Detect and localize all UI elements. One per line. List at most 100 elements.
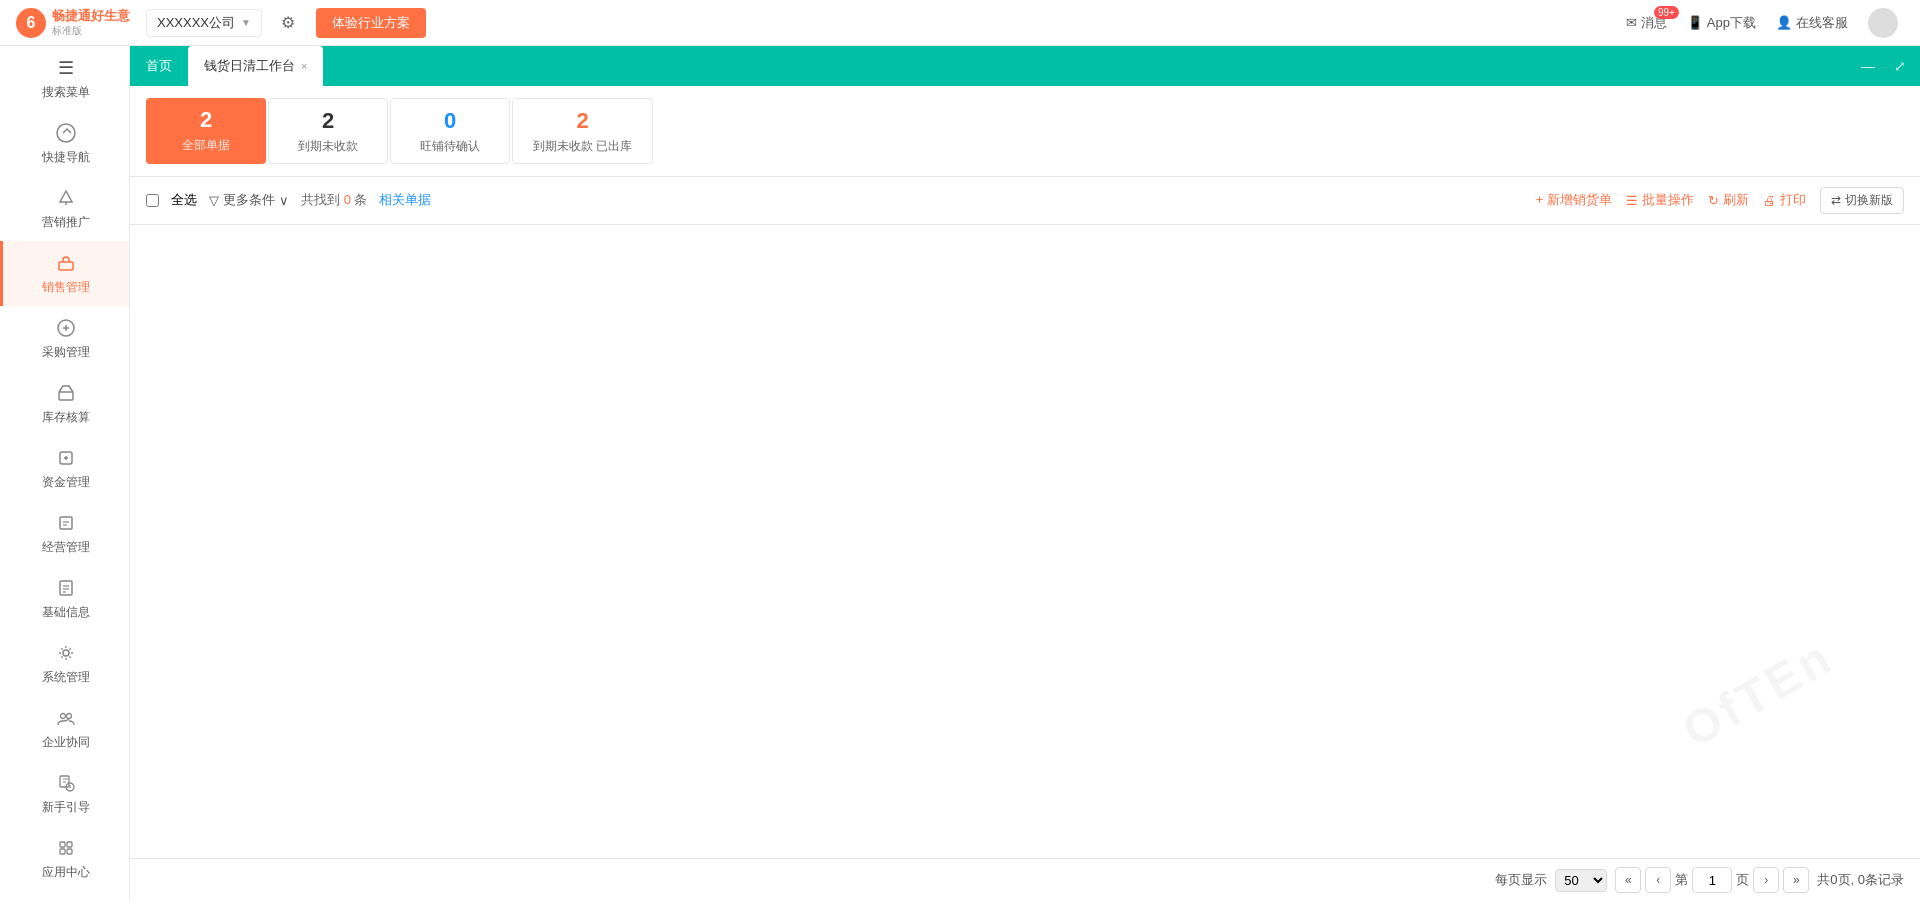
svg-marker-3 — [60, 191, 72, 202]
filter-chevron-icon: ∨ — [279, 193, 289, 208]
page-total: 共0页, 0条记录 — [1817, 871, 1904, 889]
logo-area: 6 畅捷通好生意 标准版 — [16, 8, 146, 38]
svg-rect-7 — [59, 392, 73, 400]
tab-active[interactable]: 钱货日清工作台 × — [188, 46, 323, 86]
table-area — [130, 225, 1920, 858]
sidebar-item-system[interactable]: 系统管理 — [0, 631, 129, 696]
sidebar-item-search[interactable]: ☰ 搜索菜单 — [0, 46, 129, 111]
sidebar-item-guide[interactable]: 新手引导 — [0, 761, 129, 826]
filter-icon: ▽ — [209, 193, 219, 208]
sidebar-item-finance[interactable]: 资金管理 — [0, 436, 129, 501]
expand-button[interactable]: ⤢ — [1888, 54, 1912, 78]
minimize-button[interactable]: — — [1856, 54, 1880, 78]
page-number-input[interactable] — [1692, 867, 1732, 893]
per-page-label: 每页显示 — [1495, 871, 1547, 889]
svg-point-16 — [63, 650, 69, 656]
download-icon: 📱 — [1687, 15, 1703, 30]
stat-overdue[interactable]: 2 到期未收款 — [268, 98, 388, 164]
settings-button[interactable]: ⚙ — [272, 7, 304, 39]
tab-home[interactable]: 首页 — [130, 46, 188, 86]
batch-operation-button[interactable]: ☰ 批量操作 — [1626, 191, 1694, 209]
search-icon: ☰ — [54, 56, 78, 80]
refresh-icon: ↻ — [1708, 193, 1719, 208]
chevron-down-icon: ▼ — [241, 17, 251, 28]
prev-page-button[interactable]: ‹ — [1645, 867, 1671, 893]
quick-nav-icon — [54, 121, 78, 145]
switch-version-button[interactable]: ⇄ 切换新版 — [1820, 187, 1904, 214]
svg-rect-5 — [59, 262, 73, 270]
found-text: 共找到 0 条 — [301, 191, 367, 209]
stats-row: 2 全部单据 2 到期未收款 0 旺铺待确认 2 到期未收款 已出库 — [130, 86, 1920, 177]
online-service-button[interactable]: 👤 在线客服 — [1776, 14, 1848, 32]
svg-rect-23 — [60, 849, 65, 854]
svg-rect-22 — [67, 842, 72, 847]
svg-text:6: 6 — [27, 14, 36, 31]
guide-icon — [54, 771, 78, 795]
svg-point-18 — [67, 714, 72, 719]
switch-icon: ⇄ — [1831, 193, 1841, 207]
app-download-button[interactable]: 📱 App下载 — [1687, 14, 1756, 32]
page-label: 第 — [1675, 871, 1688, 889]
sidebar: ☰ 搜索菜单 快捷导航 营销推广 销售管理 — [0, 46, 130, 901]
message-badge: 99+ — [1654, 6, 1679, 19]
marketing-icon — [54, 186, 78, 210]
avatar — [1868, 8, 1898, 38]
stat-overdue-shipped[interactable]: 2 到期未收款 已出库 — [512, 98, 653, 164]
try-industry-button[interactable]: 体验行业方案 — [316, 8, 426, 38]
service-icon: 👤 — [1776, 15, 1792, 30]
related-orders-link[interactable]: 相关单据 — [379, 191, 431, 209]
new-sales-order-button[interactable]: + 新增销货单 — [1536, 191, 1612, 209]
logo-icon: 6 — [16, 8, 46, 38]
sidebar-item-app-center[interactable]: 应用中心 — [0, 826, 129, 891]
per-page-select[interactable]: 50 100 200 — [1555, 869, 1607, 892]
sidebar-item-purchase[interactable]: 采购管理 — [0, 306, 129, 371]
stat-all[interactable]: 2 全部单据 — [146, 98, 266, 164]
batch-icon: ☰ — [1626, 193, 1638, 208]
sidebar-item-inventory[interactable]: 库存核算 — [0, 371, 129, 436]
system-icon — [54, 641, 78, 665]
company-selector[interactable]: XXXXXX公司 ▼ — [146, 9, 262, 37]
refresh-button[interactable]: ↻ 刷新 — [1708, 191, 1749, 209]
top-header: 6 畅捷通好生意 标准版 XXXXXX公司 ▼ ⚙ 体验行业方案 ✉ 消息 99… — [0, 0, 1920, 46]
svg-rect-24 — [67, 849, 72, 854]
tab-bar-actions: — ⤢ — [1856, 54, 1920, 78]
sales-icon — [54, 251, 78, 275]
purchase-icon — [54, 316, 78, 340]
page-navigation: « ‹ 第 页 › » — [1615, 867, 1809, 893]
page-end-label: 页 — [1736, 871, 1749, 889]
sidebar-item-wechat[interactable]: 企业微信 — [0, 891, 129, 901]
sidebar-item-operations[interactable]: 经营管理 — [0, 501, 129, 566]
app-center-icon — [54, 836, 78, 860]
svg-rect-21 — [60, 842, 65, 847]
first-page-button[interactable]: « — [1615, 867, 1641, 893]
avatar-area[interactable] — [1868, 8, 1904, 38]
toolbar: 全选 ▽ 更多条件 ∨ 共找到 0 条 相关单据 + 新增销货单 — [130, 177, 1920, 225]
sidebar-item-marketing[interactable]: 营销推广 — [0, 176, 129, 241]
basic-info-icon — [54, 576, 78, 600]
sidebar-item-basic-info[interactable]: 基础信息 — [0, 566, 129, 631]
tab-bar: 首页 钱货日清工作台 × — ⤢ — [130, 46, 1920, 86]
app-layout: ☰ 搜索菜单 快捷导航 营销推广 销售管理 — [0, 46, 1920, 901]
logo-text: 畅捷通好生意 标准版 — [52, 8, 130, 38]
sidebar-item-sales[interactable]: 销售管理 — [0, 241, 129, 306]
sidebar-item-quick-nav[interactable]: 快捷导航 — [0, 111, 129, 176]
filter-button[interactable]: ▽ 更多条件 ∨ — [209, 191, 289, 209]
message-icon: ✉ — [1626, 15, 1637, 30]
stat-pending[interactable]: 0 旺铺待确认 — [390, 98, 510, 164]
select-all-checkbox[interactable] — [146, 194, 159, 207]
pagination: 每页显示 50 100 200 « ‹ 第 页 › » 共0页, 0条记录 — [130, 858, 1920, 901]
select-all-label: 全选 — [171, 191, 197, 209]
print-button[interactable]: 🖨 打印 — [1763, 191, 1806, 209]
last-page-button[interactable]: » — [1783, 867, 1809, 893]
svg-rect-12 — [60, 581, 72, 595]
finance-icon — [54, 446, 78, 470]
header-right: ✉ 消息 99+ 📱 App下载 👤 在线客服 — [1626, 8, 1904, 38]
sidebar-item-enterprise[interactable]: 企业协同 — [0, 696, 129, 761]
next-page-button[interactable]: › — [1753, 867, 1779, 893]
tab-close-icon[interactable]: × — [301, 60, 307, 72]
inventory-icon — [54, 381, 78, 405]
print-icon: 🖨 — [1763, 193, 1776, 208]
svg-point-2 — [57, 124, 75, 142]
message-button[interactable]: ✉ 消息 99+ — [1626, 14, 1667, 32]
toolbar-right: + 新增销货单 ☰ 批量操作 ↻ 刷新 🖨 打印 ⇄ — [1536, 187, 1904, 214]
